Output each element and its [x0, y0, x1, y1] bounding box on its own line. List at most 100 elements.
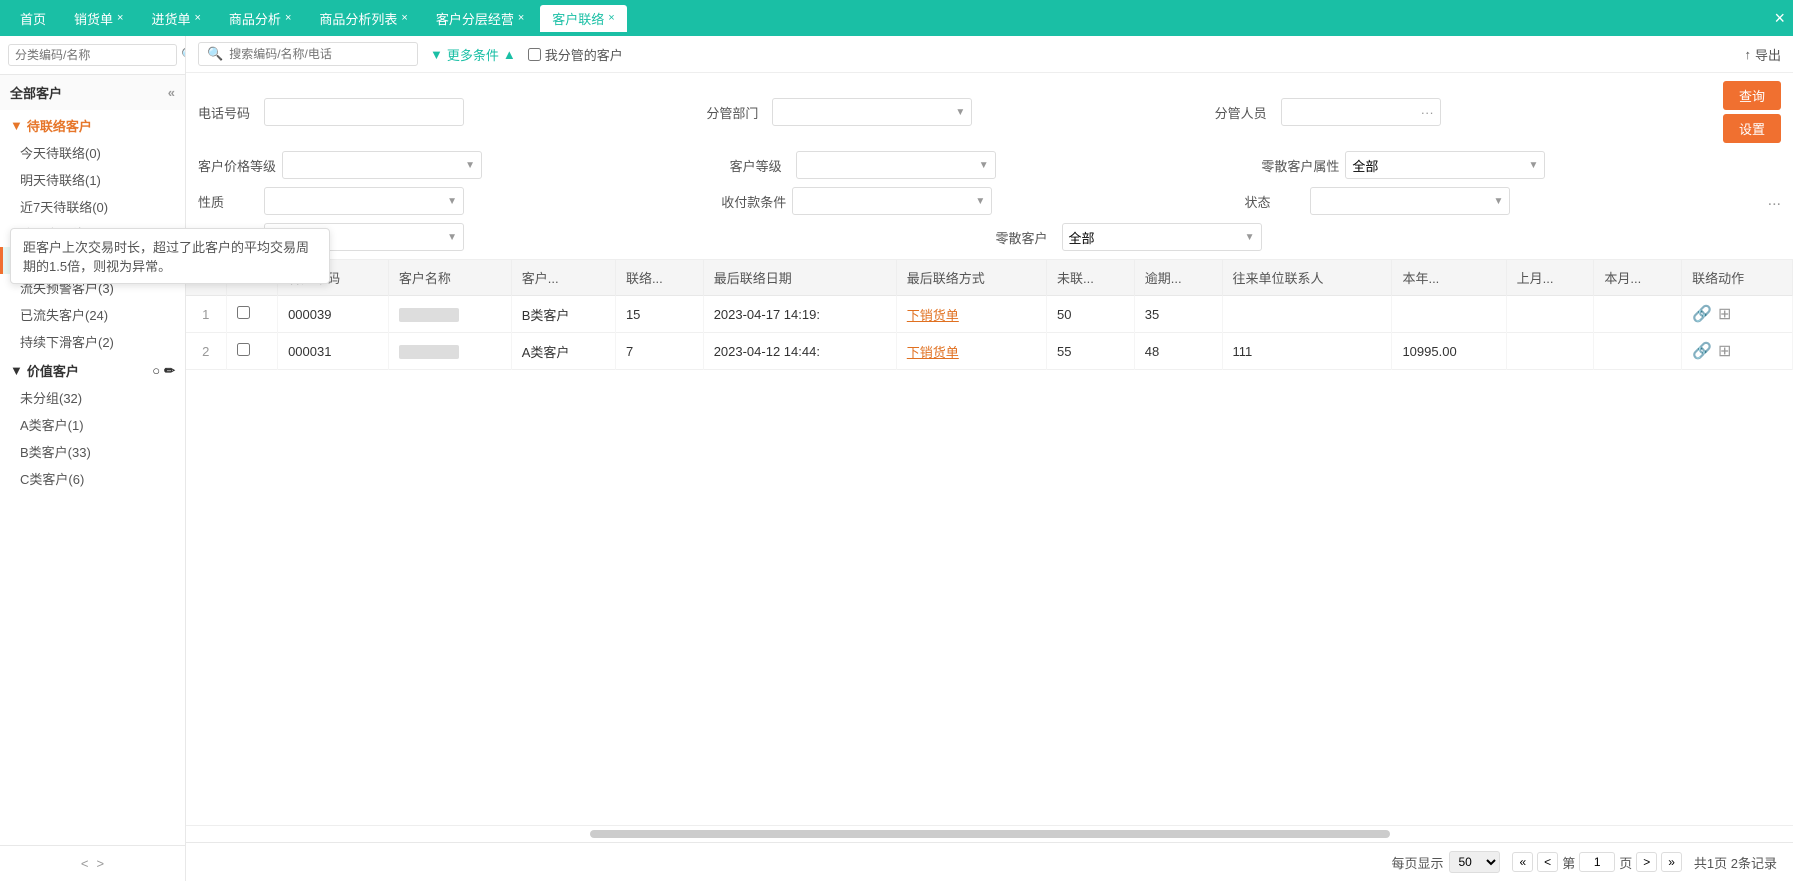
row2-unlink: 55	[1047, 333, 1135, 370]
row2-last-method[interactable]: 下销货单	[896, 333, 1046, 370]
payment-select[interactable]: ▼	[792, 187, 992, 215]
sidebar-item-today[interactable]: 今天待联络(0)	[0, 139, 185, 166]
row1-this-month	[1594, 296, 1682, 333]
settings-button[interactable]: 设置	[1723, 114, 1781, 143]
value-group-arrow: ▼	[10, 363, 23, 378]
row2-link-icon[interactable]: 🔗	[1692, 341, 1712, 361]
row2-actions: 🔗 ⊞	[1682, 333, 1793, 370]
nav-tab-analysis-close[interactable]: ×	[285, 12, 291, 24]
nav-tab-home-label: 首页	[20, 9, 46, 28]
nav-tab-purchase-close[interactable]: ×	[194, 12, 200, 24]
sidebar-item-tomorrow[interactable]: 明天待联络(1)	[0, 166, 185, 193]
price-grade-label: 客户价格等级	[198, 156, 276, 175]
nav-tab-purchase[interactable]: 进货单 ×	[139, 5, 212, 32]
nav-tab-analysis-list[interactable]: 商品分析列表 ×	[307, 5, 419, 32]
total-records: 共1页 2条记录	[1694, 853, 1777, 872]
col-contact: 联络...	[615, 260, 703, 296]
person-select[interactable]: ···	[1281, 98, 1441, 126]
sidebar-collapse-icon[interactable]: «	[168, 85, 175, 100]
table-scrollbar[interactable]	[186, 825, 1793, 842]
last-page-btn[interactable]: »	[1661, 852, 1682, 872]
row3-more-dots[interactable]: ...	[1768, 192, 1781, 210]
table-row: 2 000031 A类客户 7 2023-04-12 14:44: 下销货单 5…	[186, 333, 1793, 370]
row1-link-icon[interactable]: 🔗	[1692, 304, 1712, 324]
nav-tab-analysis[interactable]: 商品分析 ×	[217, 5, 303, 32]
price-grade-select[interactable]: ▼	[282, 151, 482, 179]
sidebar-next-arrow[interactable]: >	[97, 856, 105, 871]
dept-select[interactable]: ▼	[772, 98, 972, 126]
row1-contact: 15	[615, 296, 703, 333]
retail-attr-select[interactable]: 全部▼	[1345, 151, 1545, 179]
grade-select[interactable]: ▼	[796, 151, 996, 179]
sidebar-search-input[interactable]	[8, 44, 177, 66]
row1-unit-contact	[1222, 296, 1392, 333]
nav-tab-customer-contact-close[interactable]: ×	[608, 12, 614, 24]
page-size-select[interactable]: 20 50 100	[1449, 851, 1500, 873]
fake-scrollbar-track[interactable]	[590, 830, 1390, 838]
prev-page-btn[interactable]: <	[1537, 852, 1558, 872]
more-conditions-btn[interactable]: ▼ 更多条件 ▲	[430, 45, 516, 64]
value-group-edit[interactable]: ✏	[164, 363, 175, 379]
row1-last-month	[1506, 296, 1594, 333]
row1-grid-icon[interactable]: ⊞	[1718, 304, 1731, 324]
nav-tab-sales[interactable]: 销货单 ×	[62, 5, 135, 32]
row2-name	[388, 333, 511, 370]
my-customers-checkbox[interactable]: 我分管的客户	[528, 45, 623, 64]
table-area: ⚙ 客户编码 客户名称 客户...	[186, 260, 1793, 825]
nav-tab-analysis-list-close[interactable]: ×	[401, 12, 407, 24]
filter-person: 分管人员 ···	[1215, 98, 1711, 126]
phone-label: 电话号码	[198, 103, 258, 122]
sidebar-item-class-c[interactable]: C类客户(6)	[0, 465, 185, 492]
nav-tab-customer-tier[interactable]: 客户分层经营 ×	[424, 5, 536, 32]
next-page-btn[interactable]: >	[1636, 852, 1657, 872]
export-btn[interactable]: ↑ 导出	[1744, 45, 1781, 64]
my-customers-check[interactable]	[528, 48, 541, 61]
nav-tab-customer-tier-close[interactable]: ×	[518, 12, 524, 24]
nav-tab-purchase-label: 进货单	[151, 9, 190, 28]
export-icon: ↑	[1744, 47, 1751, 62]
row1-annual	[1392, 296, 1506, 333]
row2-last-date: 2023-04-12 14:44:	[703, 333, 896, 370]
row2-check[interactable]	[237, 343, 250, 356]
sidebar-item-7days[interactable]: 近7天待联络(0)	[0, 193, 185, 220]
nav-tab-sales-close[interactable]: ×	[117, 12, 123, 24]
row2-checkbox[interactable]	[226, 333, 278, 370]
query-button[interactable]: 查询	[1723, 81, 1781, 110]
row1-last-method[interactable]: 下销货单	[896, 296, 1046, 333]
col-unit-contact: 往来单位联系人	[1222, 260, 1392, 296]
sidebar-bottom: < >	[0, 845, 185, 881]
col-name: 客户名称	[388, 260, 511, 296]
first-page-btn[interactable]: «	[1512, 852, 1533, 872]
phone-input[interactable]	[264, 98, 464, 126]
retail-select[interactable]: 全部▼	[1062, 223, 1262, 251]
sidebar-item-churned[interactable]: 已流失客户(24)	[0, 301, 185, 328]
sidebar-item-class-a[interactable]: A类客户(1)	[0, 411, 185, 438]
col-this-month: 本月...	[1594, 260, 1682, 296]
page-size-label: 每页显示	[1391, 853, 1443, 872]
col-unlink-days: 未联...	[1047, 260, 1135, 296]
sidebar-item-unclassified[interactable]: 未分组(32)	[0, 384, 185, 411]
gender-select[interactable]: ▼	[264, 187, 464, 215]
nav-tab-analysis-label: 商品分析	[229, 9, 281, 28]
row1-unlink: 50	[1047, 296, 1135, 333]
top-nav: 首页 销货单 × 进货单 × 商品分析 × 商品分析列表 × 客户分层经营 × …	[0, 0, 1793, 36]
current-page-input[interactable]	[1579, 852, 1615, 872]
nav-tab-customer-contact[interactable]: 客户联络 ×	[540, 5, 626, 32]
sidebar-item-declining[interactable]: 持续下滑客户(2)	[0, 328, 185, 355]
retail-label: 零散客户	[996, 228, 1056, 247]
nav-tab-home[interactable]: 首页	[8, 5, 58, 32]
row1-checkbox[interactable]	[226, 296, 278, 333]
search-input[interactable]	[229, 47, 389, 61]
all-customers-label: 全部客户	[10, 83, 62, 102]
row2-grid-icon[interactable]: ⊞	[1718, 341, 1731, 361]
col-annual: 本年...	[1392, 260, 1506, 296]
nav-tab-customer-contact-label: 客户联络	[552, 9, 604, 28]
filter-bar-top: 🔍 ▼ 更多条件 ▲ 我分管的客户 ↑ 导出	[186, 36, 1793, 73]
search-icon: 🔍	[207, 46, 223, 62]
status-select[interactable]: ▼	[1310, 187, 1510, 215]
sidebar-prev-arrow[interactable]: <	[81, 856, 89, 871]
sidebar-item-class-b[interactable]: B类客户(33)	[0, 438, 185, 465]
chevron-up-icon: ▲	[503, 47, 516, 62]
row1-check[interactable]	[237, 306, 250, 319]
close-all-tabs[interactable]: ×	[1774, 8, 1785, 29]
